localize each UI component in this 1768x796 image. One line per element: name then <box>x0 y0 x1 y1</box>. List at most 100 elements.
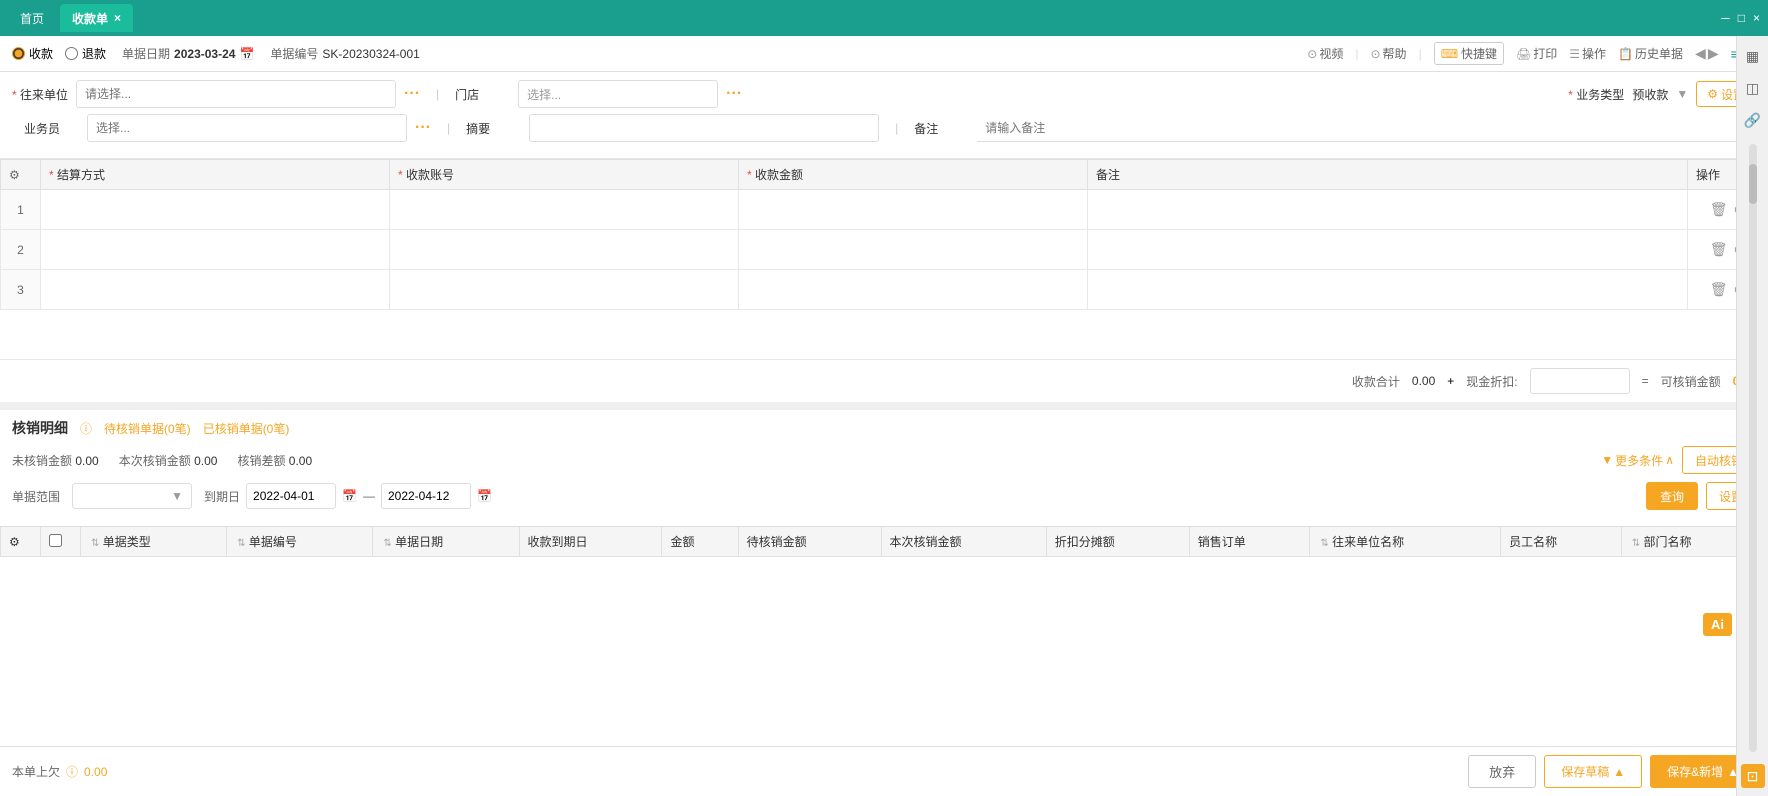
row-3-note[interactable] <box>1088 270 1688 310</box>
tab-receipt[interactable]: 收款单 × <box>60 4 133 32</box>
agent-input[interactable] <box>87 114 407 142</box>
col-payment-header: * 结算方式 <box>41 160 390 190</box>
discount-input[interactable] <box>1530 368 1630 394</box>
col-amount-header: * 收款金额 <box>739 160 1088 190</box>
agent-more-btn[interactable]: ··· <box>415 119 431 137</box>
agent-label: 业务员 <box>24 120 79 137</box>
col-amount: 金额 <box>662 527 738 557</box>
maximize-btn[interactable]: □ <box>1738 11 1745 25</box>
sidebar-scrollbar[interactable] <box>1749 144 1757 752</box>
agent-row: 业务员 ··· | 摘要 | 备注 <box>12 114 1756 150</box>
help-btn[interactable]: ⊙ 帮助 <box>1370 45 1406 62</box>
row-3-payment[interactable] <box>41 270 390 310</box>
prev-arrow[interactable]: ◀ <box>1695 45 1706 62</box>
nav-arrows: ◀ ▶ <box>1695 45 1719 62</box>
summary-input[interactable] <box>529 114 879 142</box>
calendar-icon[interactable]: 📅 <box>239 47 254 61</box>
row-1-amount[interactable] <box>739 190 1088 230</box>
row-1-num: 1 <box>1 190 41 230</box>
col-pending-amount: 待核销金额 <box>738 527 881 557</box>
row-3-num: 3 <box>1 270 41 310</box>
col-sales-order: 销售订单 <box>1189 527 1310 557</box>
sidebar-icon-4[interactable]: ⊡ <box>1741 764 1765 788</box>
done-tab[interactable]: 已核销单据(0笔) <box>203 420 290 437</box>
row-2-delete-icon[interactable]: 🗑 <box>1710 241 1728 258</box>
col-gear[interactable]: ⚙ <box>1 527 41 557</box>
save-draft-chevron[interactable]: ▲ <box>1613 765 1625 779</box>
table-gear-icon[interactable]: ⚙ <box>9 168 20 182</box>
col-bill-type: ⇅ 单据类型 <box>81 527 227 557</box>
bill-no-field: 单据编号 SK-20230324-001 <box>270 45 419 62</box>
more-conditions-btn[interactable]: ▼ 更多条件 ∧ <box>1601 452 1674 469</box>
next-arrow[interactable]: ▶ <box>1708 45 1719 62</box>
bottom-info-icon[interactable]: ⓘ <box>66 763 78 780</box>
row-2-amount[interactable] <box>739 230 1088 270</box>
history-btn[interactable]: 📋 历史单据 <box>1618 45 1683 62</box>
row-1-account[interactable] <box>390 190 739 230</box>
window-close-btn[interactable]: × <box>1753 11 1760 25</box>
radio-receipt[interactable]: 收款 <box>12 45 53 62</box>
toolbar: 收款 退款 单据日期 2023-03-24 📅 单据编号 SK-20230324… <box>0 36 1768 72</box>
video-btn[interactable]: ⊙ 视频 <box>1307 45 1343 62</box>
row-3-amount[interactable] <box>739 270 1088 310</box>
row-2-num: 2 <box>1 230 41 270</box>
sidebar-icon-3[interactable]: 🔗 <box>1741 108 1765 132</box>
tab-receipt-close[interactable]: × <box>114 11 121 25</box>
minimize-btn[interactable]: ─ <box>1721 11 1730 25</box>
receipt-type-group: 收款 退款 <box>12 45 106 62</box>
uncancelled-stat: 未核销金额 0.00 <box>12 452 99 469</box>
store-more-btn[interactable]: ··· <box>726 85 742 103</box>
sidebar-icon-1[interactable]: ▦ <box>1741 44 1765 68</box>
row-1-delete-icon[interactable]: 🗑 <box>1710 201 1728 218</box>
operations-btn[interactable]: ☰ 操作 <box>1569 45 1606 62</box>
pending-tab[interactable]: 待核销单据(0笔) <box>104 420 191 437</box>
scrollbar-thumb <box>1749 164 1757 204</box>
col-settings[interactable]: ⚙ <box>1 160 41 190</box>
verify-info-icon[interactable]: ⓘ <box>80 420 92 437</box>
row-3-delete-icon[interactable]: 🗑 <box>1710 281 1728 298</box>
toolbar-right: ⊙ 视频 | ⊙ 帮助 | ⌨ 快捷键 🖨 打印 ☰ 操作 📋 <box>1307 42 1756 65</box>
date-range: 到期日 📅 — 📅 <box>204 483 492 509</box>
date-from-input[interactable] <box>246 483 336 509</box>
summary-label: 摘要 <box>466 120 521 137</box>
row-1-payment[interactable] <box>41 190 390 230</box>
bill-range-select[interactable]: ▼ <box>72 483 192 509</box>
print-btn[interactable]: 🖨 打印 <box>1516 45 1557 62</box>
abandon-btn[interactable]: 放弃 <box>1468 755 1536 788</box>
store-select[interactable]: 选择... <box>518 80 718 108</box>
sidebar-icon-2[interactable]: ◫ <box>1741 76 1765 100</box>
row-2-account[interactable] <box>390 230 739 270</box>
filter-icon: ▼ <box>1601 453 1613 467</box>
note-input[interactable] <box>977 114 1744 142</box>
cal-to-icon[interactable]: 📅 <box>477 489 492 503</box>
cal-from-icon[interactable]: 📅 <box>342 489 357 503</box>
bottom-table-section: ⚙ ⇅ 单据类型 ⇅ 单据编号 ⇅ 单据日期 收款到期日 金额 <box>0 526 1768 746</box>
col-bill-no: ⇅ 单据编号 <box>227 527 373 557</box>
col-note-header: 备注 <box>1088 160 1688 190</box>
col-due-date: 收款到期日 <box>519 527 662 557</box>
ai-badge[interactable]: Ai <box>1703 613 1732 636</box>
bottom-label: 本单上欠 <box>12 763 60 780</box>
row-1-note[interactable] <box>1088 190 1688 230</box>
note-label: 备注 <box>914 120 969 137</box>
date-to-input[interactable] <box>381 483 471 509</box>
row-2-payment[interactable] <box>41 230 390 270</box>
tab-home[interactable]: 首页 <box>8 4 56 32</box>
row-2-note[interactable] <box>1088 230 1688 270</box>
date-field: 单据日期 2023-03-24 📅 <box>122 45 254 62</box>
bottom-table: ⚙ ⇅ 单据类型 ⇅ 单据编号 ⇅ 单据日期 收款到期日 金额 <box>0 526 1768 557</box>
right-sidebar: ▦ ◫ 🔗 ⊡ <box>1736 36 1768 796</box>
customer-input[interactable] <box>76 80 396 108</box>
save-draft-btn[interactable]: 保存草稿 ▲ <box>1544 755 1642 788</box>
row-3-account[interactable] <box>390 270 739 310</box>
bottom-gear-icon[interactable]: ⚙ <box>9 535 20 549</box>
operations-icon: ☰ <box>1569 47 1580 61</box>
radio-refund[interactable]: 退款 <box>65 45 106 62</box>
table-row: 1 🗑 ⊕ <box>1 190 1768 230</box>
business-type-chevron[interactable]: ▼ <box>1676 87 1688 101</box>
col-checkbox[interactable] <box>41 527 81 557</box>
table-row: 3 🗑 ⊕ <box>1 270 1768 310</box>
shortcut-btn[interactable]: ⌨ 快捷键 <box>1434 42 1504 65</box>
customer-more-btn[interactable]: ··· <box>404 85 420 103</box>
query-btn[interactable]: 查询 <box>1646 482 1698 510</box>
